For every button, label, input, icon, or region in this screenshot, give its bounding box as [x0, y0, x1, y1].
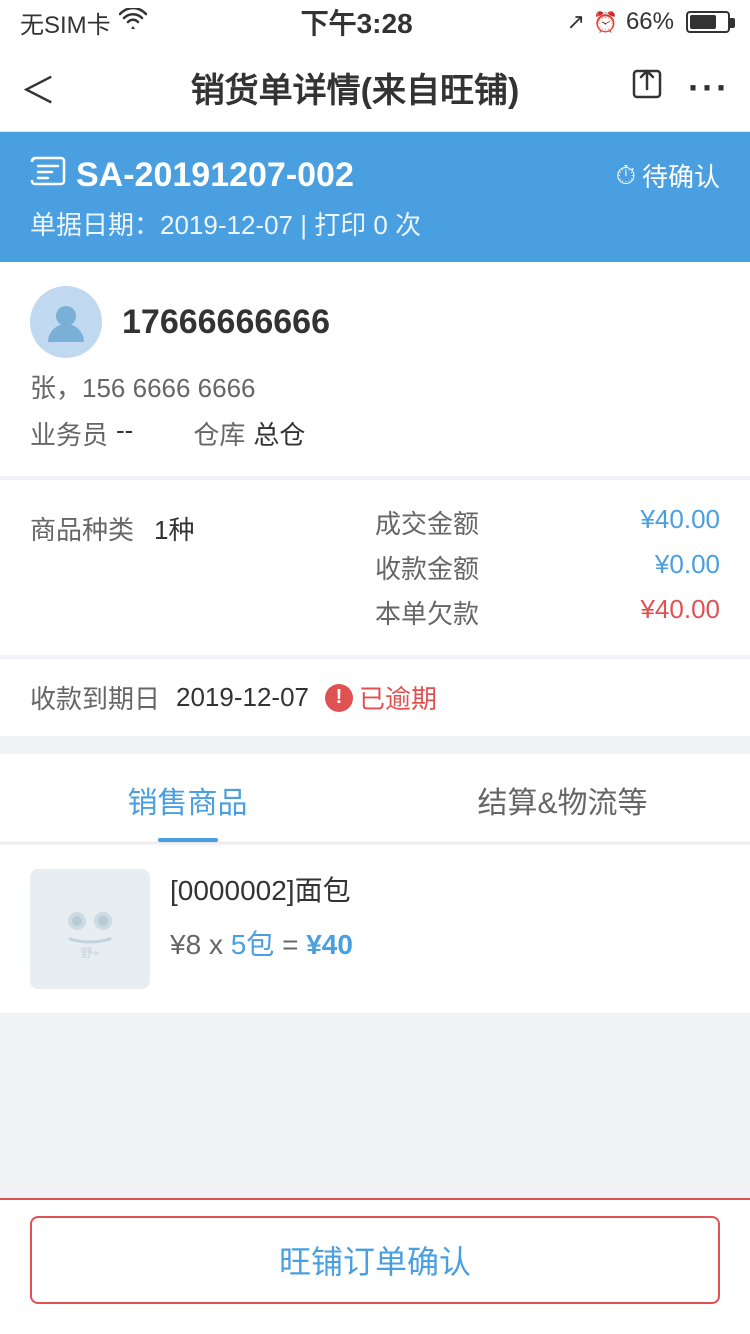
overdue-text: 已逾期 [359, 679, 437, 716]
amount-summary: 成交金额 ¥40.00 收款金额 ¥0.00 本单欠款 ¥40.00 [375, 504, 720, 631]
product-info: [0000002]面包 ¥8 x 5包 = ¥40 [170, 869, 720, 963]
order-id-text: SA-20191207-002 [76, 156, 354, 195]
product-type-info: 商品种类 1种 [30, 504, 375, 547]
salesperson-label: 业务员 [30, 415, 108, 452]
debt-row: 本单欠款 ¥40.00 [375, 594, 720, 631]
overdue-warning-icon: ! [325, 684, 353, 712]
due-date-label: 收款到期日 [30, 679, 160, 716]
nav-bar: ＜ 销货单详情(来自旺铺) ··· [0, 44, 750, 132]
product-item: 野+ [0000002]面包 ¥8 x 5包 = ¥40 [0, 845, 750, 1013]
warehouse-info: 仓库 总仓 [193, 415, 305, 452]
equals-sign: = [282, 929, 306, 960]
transaction-label: 成交金额 [375, 504, 479, 541]
salesperson-value: -- [116, 415, 133, 452]
status-left: 无SIM卡 [20, 5, 147, 40]
payment-value: ¥0.00 [655, 549, 720, 586]
debt-value: ¥40.00 [640, 594, 720, 631]
overdue-badge: ! 已逾期 [325, 679, 437, 716]
order-icon [30, 156, 66, 195]
tab-sales-products[interactable]: 销售商品 [0, 754, 375, 842]
svg-text:野+: 野+ [80, 946, 99, 960]
share-icon[interactable] [630, 67, 664, 109]
transaction-value: ¥40.00 [640, 504, 720, 541]
status-right: ↗ ⏰ 66% [567, 8, 730, 36]
section-divider [0, 738, 750, 754]
order-status-text: 待确认 [642, 157, 720, 194]
transaction-row: 成交金额 ¥40.00 [375, 504, 720, 541]
status-bar: 无SIM卡 下午3:28 ↗ ⏰ 66% [0, 0, 750, 44]
status-time: 下午3:28 [301, 2, 413, 42]
order-date: 单据日期：2019-12-07 | 打印 0 次 [30, 205, 720, 242]
tabs-bar: 销售商品 结算&物流等 [0, 754, 750, 843]
product-price: ¥8 x 5包 = ¥40 [170, 923, 720, 963]
salesperson-info: 业务员 -- [30, 415, 133, 452]
summary-section: 商品种类 1种 成交金额 ¥40.00 收款金额 ¥0.00 本单欠款 ¥40.… [0, 480, 750, 655]
customer-meta: 业务员 -- 仓库 总仓 [30, 415, 720, 452]
customer-sub-info: 张，156 6666 6666 [30, 368, 720, 405]
tab-settlement-logistics[interactable]: 结算&物流等 [375, 754, 750, 842]
back-button[interactable]: ＜ [20, 62, 80, 114]
due-date-section: 收款到期日 2019-12-07 ! 已逾期 [0, 659, 750, 736]
customer-avatar [30, 286, 102, 358]
multiply-sign: x [209, 929, 231, 960]
product-section: 野+ [0000002]面包 ¥8 x 5包 = ¥40 [0, 845, 750, 1013]
warehouse-label: 仓库 [193, 415, 245, 452]
tab-sales-products-label: 销售商品 [128, 787, 248, 820]
customer-section: 17666666666 张，156 6666 6666 业务员 -- 仓库 总仓 [0, 262, 750, 476]
total-price: ¥40 [306, 929, 353, 960]
unit-price: ¥8 [170, 929, 201, 960]
tab-settlement-logistics-label: 结算&物流等 [477, 787, 647, 820]
page-title: 销货单详情(来自旺铺) [80, 63, 630, 112]
product-thumbnail: 野+ [30, 869, 150, 989]
product-name: [0000002]面包 [170, 869, 720, 909]
debt-label: 本单欠款 [375, 594, 479, 631]
battery-icon [686, 11, 730, 33]
order-status-badge: ⏱ 待确认 [616, 157, 720, 194]
product-type-value: 1种 [154, 510, 194, 547]
order-id: SA-20191207-002 [30, 156, 354, 195]
due-date-value: 2019-12-07 [176, 682, 309, 713]
payment-label: 收款金额 [375, 549, 479, 586]
payment-row: 收款金额 ¥0.00 [375, 549, 720, 586]
wifi-icon [119, 8, 147, 37]
product-type-label: 商品种类 [30, 510, 134, 547]
bottom-bar: 旺铺订单确认 [0, 1198, 750, 1334]
alarm-icon: ⏰ [593, 10, 618, 35]
nav-right-actions: ··· [630, 67, 730, 109]
warehouse-value: 总仓 [253, 415, 305, 452]
status-clock-icon: ⏱ [616, 160, 636, 192]
confirm-order-button[interactable]: 旺铺订单确认 [30, 1216, 720, 1304]
carrier-text: 无SIM卡 [20, 5, 111, 40]
customer-phone: 17666666666 [122, 303, 330, 342]
quantity: 5包 [231, 929, 275, 960]
battery-percent: 66% [626, 8, 674, 36]
location-icon: ↗ [567, 9, 585, 35]
more-icon[interactable]: ··· [688, 67, 730, 109]
order-header-card: SA-20191207-002 ⏱ 待确认 单据日期：2019-12-07 | … [0, 132, 750, 262]
